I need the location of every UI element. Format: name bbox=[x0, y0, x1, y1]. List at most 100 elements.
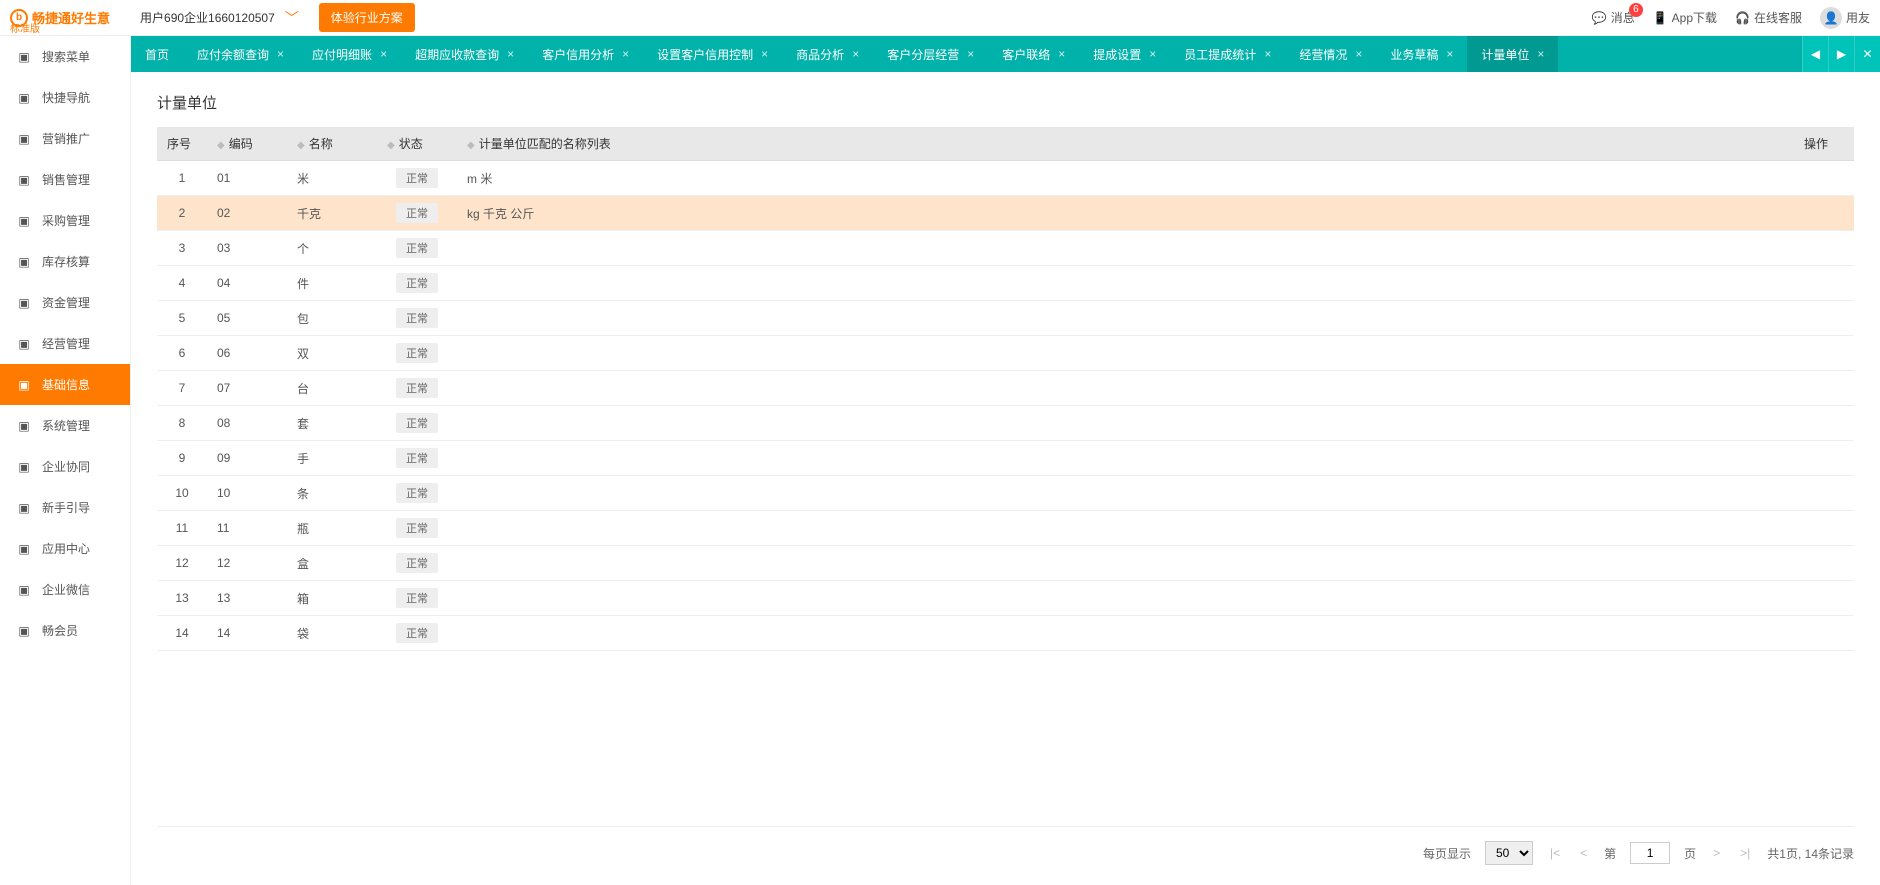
sidebar-item-2[interactable]: ▣营销推广 bbox=[0, 118, 130, 159]
close-icon[interactable]: × bbox=[1149, 47, 1156, 61]
status-badge: 正常 bbox=[396, 623, 438, 643]
close-icon[interactable]: × bbox=[1355, 47, 1362, 61]
sidebar-item-1[interactable]: ▣快捷导航 bbox=[0, 77, 130, 118]
table-row[interactable]: 505包正常 bbox=[157, 301, 1854, 336]
tab-4[interactable]: 客户信用分析× bbox=[528, 36, 643, 72]
page-number-input[interactable] bbox=[1630, 842, 1670, 864]
close-icon[interactable]: × bbox=[507, 47, 514, 61]
tab-scroll-left[interactable]: ◀ bbox=[1802, 36, 1828, 72]
sidebar-item-11[interactable]: ▣新手引导 bbox=[0, 487, 130, 528]
close-icon[interactable]: × bbox=[1264, 47, 1271, 61]
sort-icon: ◆ bbox=[297, 140, 305, 151]
messages-button[interactable]: 💬 消息 6 bbox=[1592, 9, 1635, 26]
sidebar-item-5[interactable]: ▣库存核算 bbox=[0, 241, 130, 282]
tab-8[interactable]: 客户联络× bbox=[988, 36, 1079, 72]
page-size-select[interactable]: 50 bbox=[1485, 841, 1533, 865]
close-icon[interactable]: × bbox=[1537, 47, 1544, 61]
sidebar-item-label: 系统管理 bbox=[42, 417, 90, 434]
status-badge: 正常 bbox=[396, 343, 438, 363]
pager-next[interactable]: > bbox=[1710, 846, 1723, 860]
card-icon: ▣ bbox=[16, 377, 32, 393]
sidebar-item-12[interactable]: ▣应用中心 bbox=[0, 528, 130, 569]
gift-icon: ▣ bbox=[16, 131, 32, 147]
table-row[interactable]: 1313箱正常 bbox=[157, 581, 1854, 616]
table-row[interactable]: 101米正常m 米 bbox=[157, 161, 1854, 196]
table-row[interactable]: 1010条正常 bbox=[157, 476, 1854, 511]
table-row[interactable]: 404件正常 bbox=[157, 266, 1854, 301]
sidebar-item-label: 快捷导航 bbox=[42, 89, 90, 106]
table-row[interactable]: 606双正常 bbox=[157, 336, 1854, 371]
table-row[interactable]: 707台正常 bbox=[157, 371, 1854, 406]
sidebar-item-label: 企业协同 bbox=[42, 458, 90, 475]
tab-9[interactable]: 提成设置× bbox=[1079, 36, 1170, 72]
tab-3[interactable]: 超期应收款查询× bbox=[401, 36, 528, 72]
tab-11[interactable]: 经营情况× bbox=[1285, 36, 1376, 72]
close-icon[interactable]: × bbox=[277, 47, 284, 61]
sidebar-item-6[interactable]: ▣资金管理 bbox=[0, 282, 130, 323]
pagination: 每页显示 50 |< < 第 页 > >| 共1页, 14条记录 bbox=[157, 826, 1854, 865]
close-icon[interactable]: × bbox=[761, 47, 768, 61]
try-industry-button[interactable]: 体验行业方案 bbox=[319, 3, 415, 32]
app-download-button[interactable]: 📱 App下载 bbox=[1653, 9, 1717, 26]
table-row[interactable]: 1414袋正常 bbox=[157, 616, 1854, 651]
table-row[interactable]: 202千克正常kg 千克 公斤 bbox=[157, 196, 1854, 231]
table-row[interactable]: 1212盒正常 bbox=[157, 546, 1854, 581]
tab-7[interactable]: 客户分层经营× bbox=[873, 36, 988, 72]
status-badge: 正常 bbox=[396, 483, 438, 503]
sidebar-item-label: 采购管理 bbox=[42, 212, 90, 229]
tenant-name: 用户690企业1660120507 bbox=[140, 9, 275, 26]
sidebar-item-13[interactable]: ▣企业微信 bbox=[0, 569, 130, 610]
tab-2[interactable]: 应付明细账× bbox=[298, 36, 401, 72]
wechat-icon: ▣ bbox=[16, 582, 32, 598]
close-icon[interactable]: × bbox=[380, 47, 387, 61]
sidebar-item-label: 搜索菜单 bbox=[42, 48, 90, 65]
tab-13[interactable]: 计量单位× bbox=[1467, 36, 1558, 72]
message-icon: 💬 bbox=[1592, 11, 1607, 25]
close-icon[interactable]: × bbox=[1446, 47, 1453, 61]
online-service-button[interactable]: 🎧 在线客服 bbox=[1735, 9, 1802, 26]
table-row[interactable]: 1111瓶正常 bbox=[157, 511, 1854, 546]
sidebar-item-4[interactable]: ▣采购管理 bbox=[0, 200, 130, 241]
tab-1[interactable]: 应付余额查询× bbox=[183, 36, 298, 72]
tab-scroll-right[interactable]: ▶ bbox=[1828, 36, 1854, 72]
sidebar-item-14[interactable]: ▣畅会员 bbox=[0, 610, 130, 651]
status-badge: 正常 bbox=[396, 378, 438, 398]
tab-12[interactable]: 业务草稿× bbox=[1376, 36, 1467, 72]
status-badge: 正常 bbox=[396, 203, 438, 223]
sidebar-item-3[interactable]: ▣销售管理 bbox=[0, 159, 130, 200]
status-badge: 正常 bbox=[396, 168, 438, 188]
tab-0[interactable]: 首页 bbox=[131, 36, 183, 72]
col-status[interactable]: ◆状态 bbox=[377, 127, 457, 161]
pager-first[interactable]: |< bbox=[1547, 846, 1563, 860]
tab-close-all[interactable]: ✕ bbox=[1854, 36, 1880, 72]
avatar-icon: 👤 bbox=[1820, 7, 1842, 29]
col-match[interactable]: ◆计量单位匹配的名称列表 bbox=[457, 127, 1794, 161]
pager-prev[interactable]: < bbox=[1577, 846, 1590, 860]
tab-5[interactable]: 设置客户信用控制× bbox=[643, 36, 782, 72]
pager-last[interactable]: >| bbox=[1737, 846, 1753, 860]
gear-icon: ▣ bbox=[16, 418, 32, 434]
close-icon[interactable]: × bbox=[1058, 47, 1065, 61]
vip-icon: ▣ bbox=[16, 623, 32, 639]
sidebar-item-8[interactable]: ▣ 基础信息 bbox=[0, 364, 130, 405]
sidebar-item-label: 基础信息 bbox=[42, 376, 90, 393]
tenant-select[interactable]: 用户690企业1660120507 ﹀ bbox=[140, 8, 299, 28]
close-icon[interactable]: × bbox=[852, 47, 859, 61]
table-row[interactable]: 808套正常 bbox=[157, 406, 1854, 441]
user-menu[interactable]: 👤 用友 bbox=[1820, 7, 1870, 29]
sidebar-item-0[interactable]: ▣搜索菜单 bbox=[0, 36, 130, 77]
sidebar-item-10[interactable]: ▣企业协同 bbox=[0, 446, 130, 487]
col-name[interactable]: ◆名称 bbox=[287, 127, 377, 161]
col-code[interactable]: ◆编码 bbox=[207, 127, 287, 161]
close-icon[interactable]: × bbox=[967, 47, 974, 61]
close-icon[interactable]: × bbox=[622, 47, 629, 61]
col-index[interactable]: 序号 bbox=[157, 127, 207, 161]
tab-10[interactable]: 员工提成统计× bbox=[1170, 36, 1285, 72]
sidebar-item-7[interactable]: ▣经营管理 bbox=[0, 323, 130, 364]
sidebar-item-label: 经营管理 bbox=[42, 335, 90, 352]
table-row[interactable]: 303个正常 bbox=[157, 231, 1854, 266]
status-badge: 正常 bbox=[396, 238, 438, 258]
table-row[interactable]: 909手正常 bbox=[157, 441, 1854, 476]
tab-6[interactable]: 商品分析× bbox=[782, 36, 873, 72]
sidebar-item-9[interactable]: ▣ 系统管理 bbox=[0, 405, 130, 446]
